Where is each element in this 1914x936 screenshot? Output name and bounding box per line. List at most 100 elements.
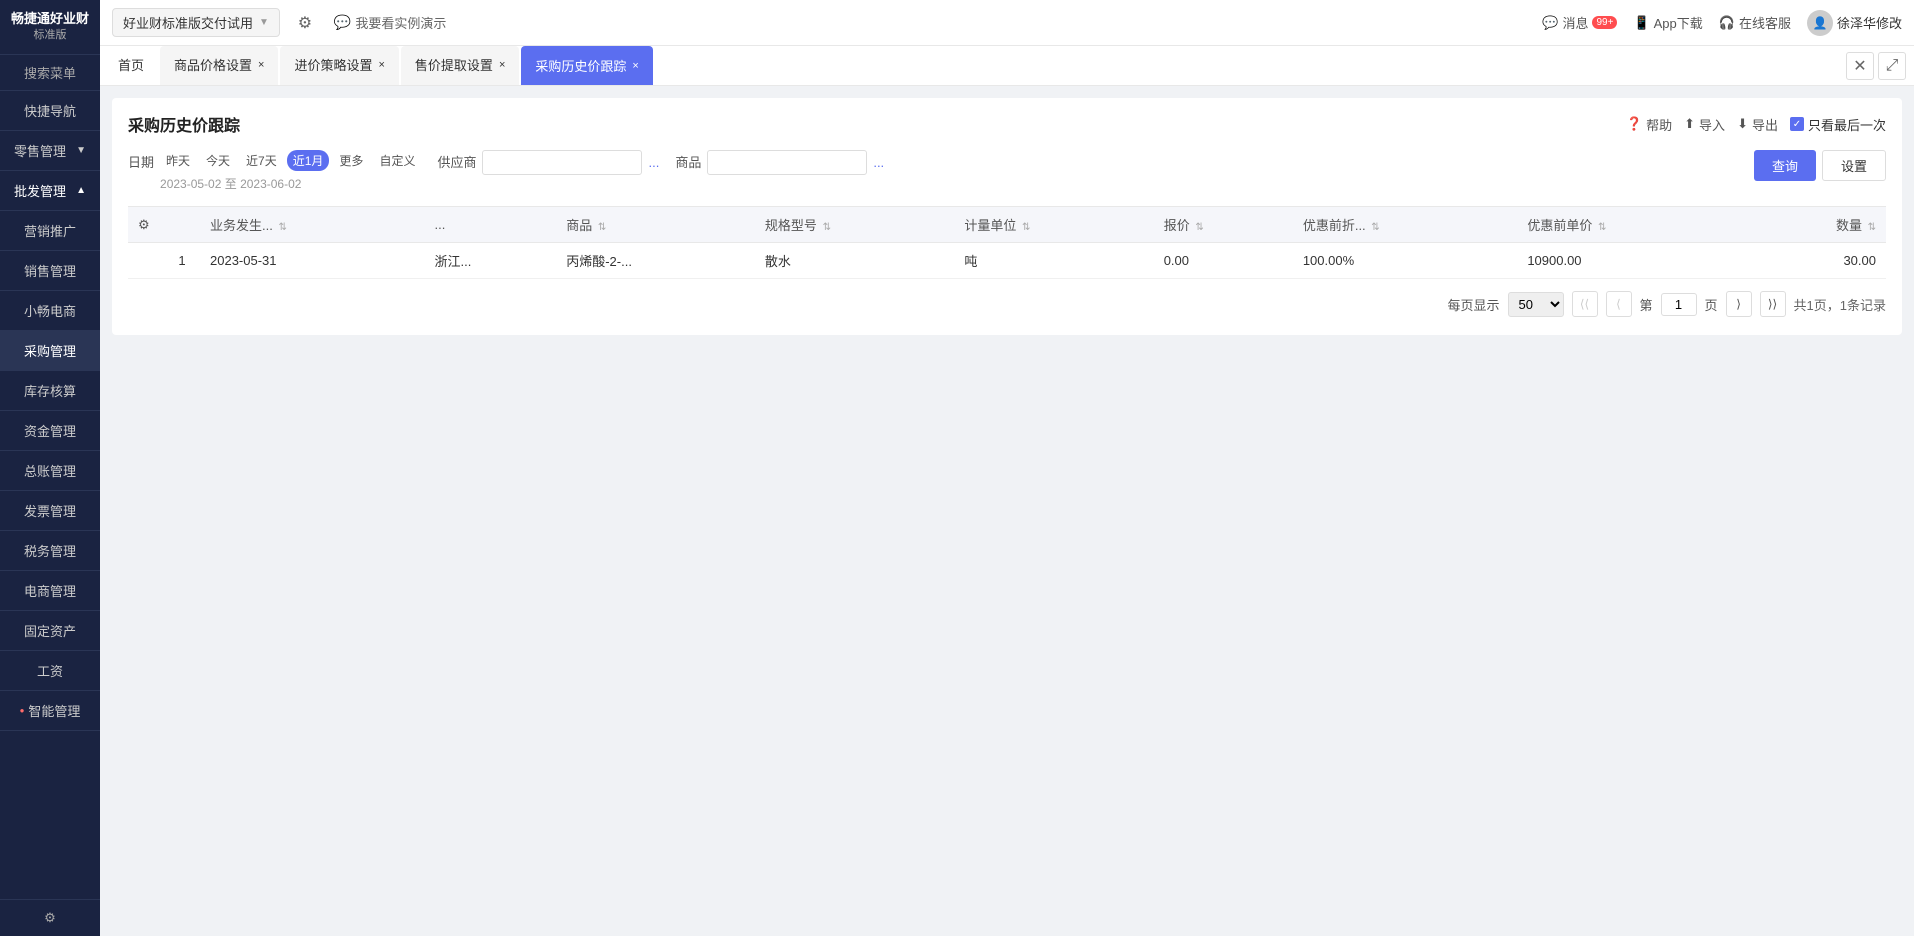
demo-button[interactable]: 💬 我要看实例演示 [334, 13, 446, 32]
product-dots[interactable]: ... [873, 155, 884, 170]
supplier-dots[interactable]: ... [648, 155, 659, 170]
tab-home[interactable]: 首页 [104, 46, 158, 85]
user-menu[interactable]: 👤 徐泽华修改 [1807, 10, 1902, 36]
tab-sale-extract-close[interactable]: × [499, 59, 505, 71]
sort-discount-icon[interactable]: ⇅ [1371, 222, 1379, 233]
tab-purchase-strategy[interactable]: 进价策略设置 × [280, 46, 398, 85]
sort-quoted-price-icon[interactable]: ⇅ [1195, 222, 1203, 233]
row-spec: 散水 [755, 243, 954, 279]
page-size-label: 每页显示 [1447, 295, 1499, 314]
col-product[interactable]: 商品 ⇅ [556, 207, 755, 243]
sidebar-item-finance[interactable]: 资金管理 [0, 411, 100, 451]
col-settings[interactable]: ⚙ [128, 207, 164, 243]
settings-button[interactable]: 设置 [1822, 150, 1886, 181]
product-input[interactable] [707, 150, 867, 175]
date-btn-7days[interactable]: 近7天 [240, 150, 283, 171]
date-btn-yesterday[interactable]: 昨天 [160, 150, 196, 171]
product-input-group: ... [707, 150, 884, 175]
sidebar-item-ecommerce[interactable]: 电商管理 [0, 571, 100, 611]
supplier-input[interactable] [482, 150, 642, 175]
message-icon: 💬 [1542, 15, 1558, 31]
page-prev-button[interactable]: ⟨ [1606, 291, 1632, 317]
row-num: 1 [164, 243, 200, 279]
col-spec[interactable]: 规格型号 ⇅ [755, 207, 954, 243]
sidebar-item-sales[interactable]: 销售管理 [0, 251, 100, 291]
page-last-button[interactable]: ⟩⟩ [1760, 291, 1786, 317]
import-icon: ⬆ [1684, 116, 1695, 132]
sidebar-item-ecommerce-small[interactable]: 小畅电商 [0, 291, 100, 331]
sidebar-item-purchase[interactable]: 采购管理 [0, 331, 100, 371]
only-last-checkbox[interactable]: ✓ 只看最后一次 [1790, 115, 1886, 134]
tab-product-price[interactable]: 商品价格设置 × [160, 46, 278, 85]
topbar-settings-button[interactable]: ⚙ [290, 8, 320, 38]
page-next-button[interactable]: ⟩ [1726, 291, 1752, 317]
sidebar-search[interactable]: 搜索菜单 [0, 55, 100, 91]
tab-purchase-history-close[interactable]: × [632, 60, 638, 72]
topbar: 好业财标准版交付试用 ▼ ⚙ 💬 我要看实例演示 💬 消息 99+ 📱 App下… [100, 0, 1914, 46]
date-btn-1month[interactable]: 近1月 [287, 150, 330, 171]
page-current-input[interactable] [1661, 293, 1697, 316]
version-label: 好业财标准版交付试用 [123, 13, 253, 32]
sidebar-item-retail[interactable]: 零售管理 ▼ [0, 131, 100, 171]
col-quantity[interactable]: 数量 ⇅ [1747, 207, 1886, 243]
sort-quantity-icon[interactable]: ⇅ [1868, 222, 1876, 233]
row-discount: 100.00% [1293, 243, 1517, 279]
col-quoted-price[interactable]: 报价 ⇅ [1154, 207, 1293, 243]
tab-expand-button[interactable]: ⤢ [1878, 52, 1906, 80]
tab-purchase-history[interactable]: 采购历史价跟踪 × [521, 46, 652, 85]
date-btn-today[interactable]: 今天 [200, 150, 236, 171]
row-date: 2023-05-31 [200, 243, 424, 279]
settings-icon: ⚙ [44, 910, 56, 925]
col-unit[interactable]: 计量单位 ⇅ [954, 207, 1153, 243]
page-size-select[interactable]: 50 10 20 100 [1508, 292, 1564, 317]
sidebar-item-wholesale[interactable]: 批发管理 ▲ [0, 171, 100, 211]
export-button[interactable]: ⬇ 导出 [1737, 115, 1778, 134]
help-icon: ❓ [1626, 116, 1642, 132]
sort-unit-icon[interactable]: ⇅ [1022, 222, 1030, 233]
online-service-button[interactable]: 🎧 在线客服 [1719, 13, 1791, 32]
sort-spec-icon[interactable]: ⇅ [823, 222, 831, 233]
query-button[interactable]: 查询 [1754, 150, 1816, 181]
sidebar-item-quick-nav[interactable]: 快捷导航 [0, 91, 100, 131]
col-more[interactable]: ... [424, 207, 556, 243]
tab-product-price-close[interactable]: × [258, 59, 264, 71]
sidebar-item-invoice[interactable]: 发票管理 [0, 491, 100, 531]
col-discount[interactable]: 优惠前折... ⇅ [1293, 207, 1517, 243]
col-date[interactable]: 业务发生... ⇅ [200, 207, 424, 243]
app-download-button[interactable]: 📱 App下载 [1633, 13, 1702, 32]
row-product: 丙烯酸-2-... [556, 243, 755, 279]
tab-purchase-strategy-close[interactable]: × [378, 59, 384, 71]
import-button[interactable]: ⬆ 导入 [1684, 115, 1725, 134]
sidebar-item-fixed-assets[interactable]: 固定资产 [0, 611, 100, 651]
page-current-label: 第 [1640, 295, 1653, 314]
page-header: 采购历史价跟踪 ❓ 帮助 ⬆ 导入 ⬇ 导出 ✓ [128, 112, 1886, 136]
date-btn-more[interactable]: 更多 [333, 150, 369, 171]
pagination-bar: 每页显示 50 10 20 100 ⟨⟨ ⟨ 第 页 ⟩ ⟩⟩ 共1页，1条记录 [128, 279, 1886, 321]
product-filter-group: 商品 ... [675, 150, 884, 175]
sidebar-item-inventory[interactable]: 库存核算 [0, 371, 100, 411]
help-button[interactable]: ❓ 帮助 [1626, 115, 1672, 134]
sidebar-item-tax[interactable]: 税务管理 [0, 531, 100, 571]
row-quoted-price: 0.00 [1154, 243, 1293, 279]
sidebar-item-marketing[interactable]: 营销推广 [0, 211, 100, 251]
sidebar-item-payroll[interactable]: 工资 [0, 651, 100, 691]
retail-expand-icon: ▼ [76, 145, 86, 156]
tab-sale-extract[interactable]: 售价提取设置 × [401, 46, 519, 85]
sidebar-item-general-ledger[interactable]: 总账管理 [0, 451, 100, 491]
message-button[interactable]: 💬 消息 99+ [1542, 13, 1617, 32]
version-selector[interactable]: 好业财标准版交付试用 ▼ [112, 8, 280, 37]
sidebar-item-smart[interactable]: ● 智能管理 [0, 691, 100, 731]
data-table: ⚙ 业务发生... ⇅ ... 商品 ⇅ [128, 206, 1886, 279]
sort-date-icon[interactable]: ⇅ [278, 222, 286, 233]
sort-pre-discount-icon[interactable]: ⇅ [1598, 222, 1606, 233]
page-first-button[interactable]: ⟨⟨ [1572, 291, 1598, 317]
col-pre-discount-price[interactable]: 优惠前单价 ⇅ [1517, 207, 1747, 243]
date-btns: 昨天 今天 近7天 近1月 更多 自定义 [160, 150, 421, 171]
tab-close-window-button[interactable]: ✕ [1846, 52, 1874, 80]
page-content: 采购历史价跟踪 ❓ 帮助 ⬆ 导入 ⬇ 导出 ✓ [100, 86, 1914, 936]
sidebar-settings[interactable]: ⚙ [0, 899, 100, 936]
date-btn-custom[interactable]: 自定义 [373, 150, 421, 171]
sort-product-icon[interactable]: ⇅ [598, 222, 606, 233]
logo-title: 畅捷通好业财 [8, 10, 92, 28]
col-num [164, 207, 200, 243]
